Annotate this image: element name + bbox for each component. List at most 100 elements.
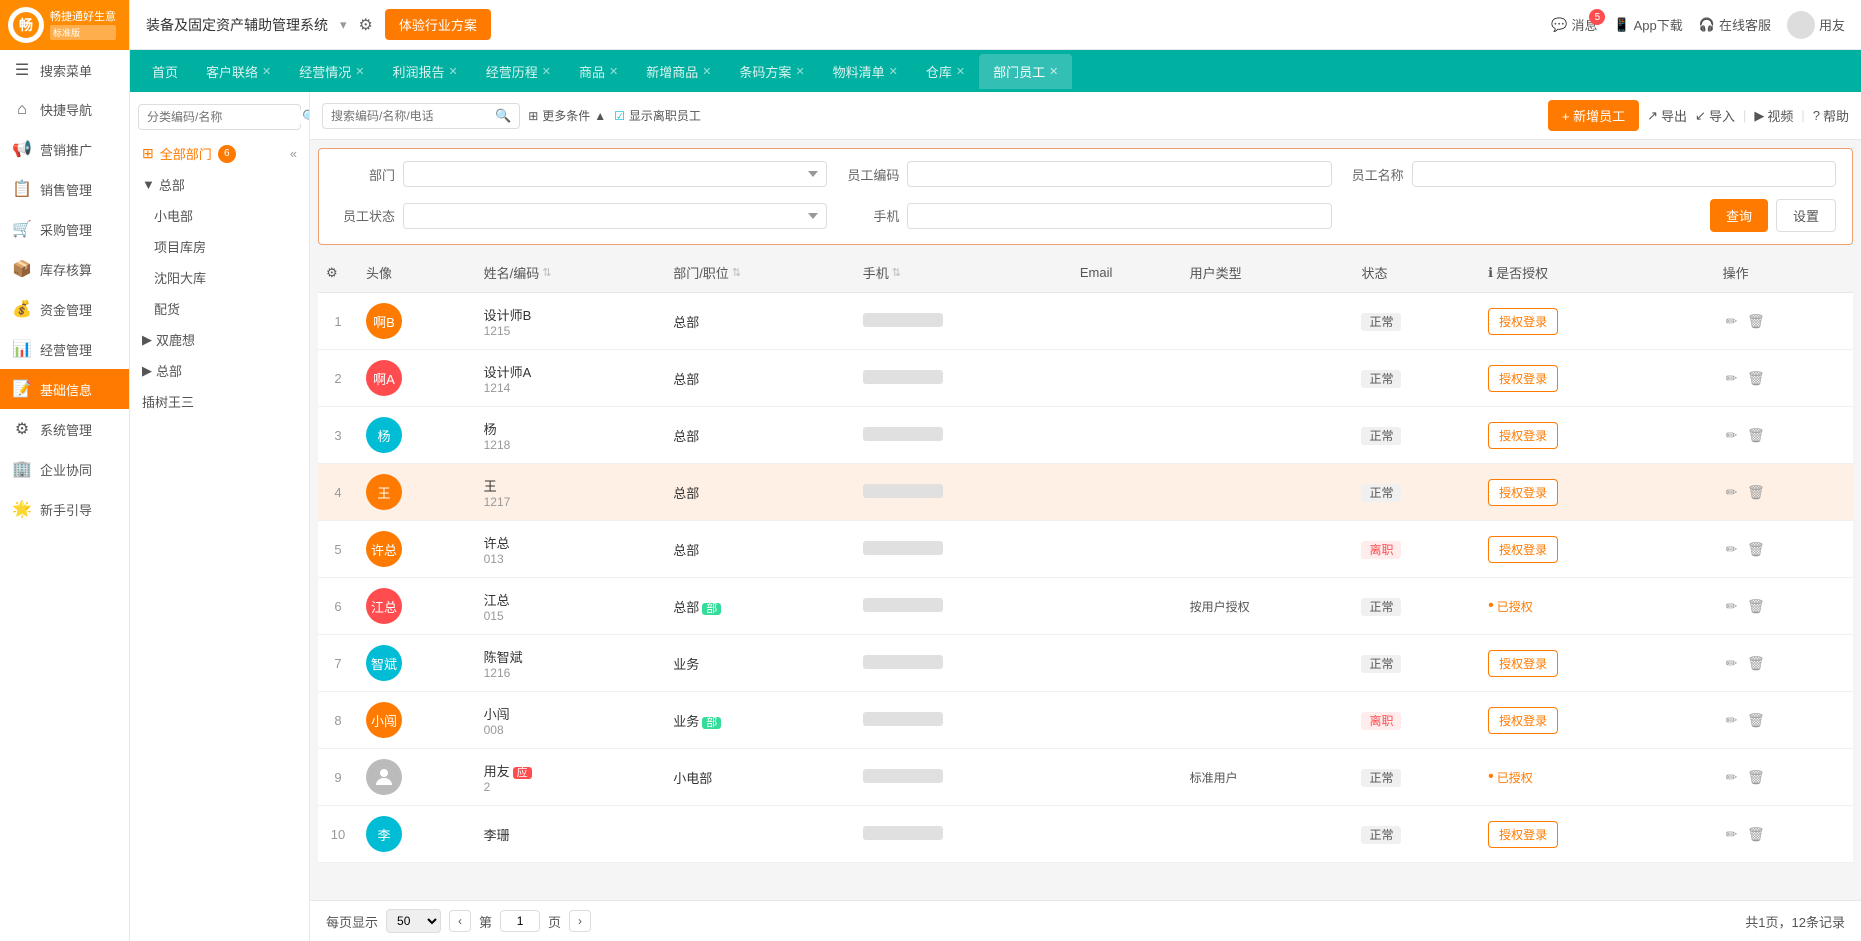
tab-journey[interactable]: 经营历程✕: [472, 54, 565, 89]
sidebar-item-basic[interactable]: 📝 基础信息: [0, 369, 129, 409]
filter-phone-input[interactable]: [907, 203, 1331, 229]
sidebar-item-purchase[interactable]: 🛒 采购管理: [0, 209, 129, 249]
show-resign-checkbox[interactable]: ☑ 显示离职员工: [614, 107, 701, 124]
sidebar-item-guide[interactable]: 🌟 新手引导: [0, 489, 129, 529]
tab-barcode[interactable]: 条码方案✕: [725, 54, 818, 89]
settings-icon[interactable]: ⚙: [359, 15, 373, 35]
filter-dept-select[interactable]: [403, 161, 827, 187]
delete-button[interactable]: 🗑: [1747, 313, 1765, 329]
edit-button[interactable]: ✏: [1726, 598, 1738, 614]
view-button[interactable]: ▶ 视频: [1754, 106, 1793, 125]
edit-button[interactable]: ✏: [1726, 769, 1738, 785]
dept-item-xiaodibu[interactable]: 小电部: [130, 200, 309, 231]
dept-item-xiangmu[interactable]: 项目库房: [130, 231, 309, 262]
tab-business[interactable]: 经营情况✕: [285, 54, 378, 89]
close-icon[interactable]: ✕: [956, 65, 965, 78]
close-icon[interactable]: ✕: [449, 65, 458, 78]
sidebar-item-shortcut[interactable]: ⌂ 快捷导航: [0, 90, 129, 129]
close-icon[interactable]: ✕: [795, 65, 804, 78]
tab-product[interactable]: 商品✕: [565, 54, 632, 89]
close-icon[interactable]: ✕: [702, 65, 711, 78]
sidebar-item-finance[interactable]: 💰 资金管理: [0, 289, 129, 329]
edit-button[interactable]: ✏: [1726, 826, 1738, 842]
edit-button[interactable]: ✏: [1726, 313, 1738, 329]
trial-button[interactable]: 体验行业方案: [385, 9, 491, 40]
auth-button[interactable]: 授权登录: [1488, 821, 1558, 848]
sort-dept-icon[interactable]: ⇅: [732, 266, 741, 279]
query-button[interactable]: 查询: [1710, 199, 1768, 232]
sidebar-item-sales[interactable]: 📋 销售管理: [0, 169, 129, 209]
close-icon[interactable]: ✕: [542, 65, 551, 78]
settings-col-icon[interactable]: ⚙: [326, 265, 338, 280]
tab-profit[interactable]: 利润报告✕: [378, 54, 471, 89]
delete-button[interactable]: 🗑: [1747, 370, 1765, 386]
auth-button[interactable]: 授权登录: [1488, 308, 1558, 335]
prev-page-button[interactable]: ‹: [449, 910, 471, 932]
close-icon[interactable]: ✕: [355, 65, 364, 78]
import-button[interactable]: ↙ 导入: [1695, 106, 1735, 125]
edit-button[interactable]: ✏: [1726, 541, 1738, 557]
edit-button[interactable]: ✏: [1726, 712, 1738, 728]
sidebar-item-operations[interactable]: 📊 经营管理: [0, 329, 129, 369]
dept-group-title-shuanglu[interactable]: ▶ 双鹿想: [130, 324, 309, 355]
edit-button[interactable]: ✏: [1726, 427, 1738, 443]
sort-name-icon[interactable]: ⇅: [542, 266, 551, 279]
toolbar-search-box[interactable]: 🔍: [322, 103, 520, 129]
delete-button[interactable]: 🗑: [1747, 826, 1765, 842]
dept-search-box[interactable]: 🔍: [138, 104, 301, 130]
delete-button[interactable]: 🗑: [1747, 655, 1765, 671]
app-download-button[interactable]: 📱 App下载: [1613, 15, 1682, 34]
auth-button[interactable]: 授权登录: [1488, 650, 1558, 677]
auth-button[interactable]: 授权登录: [1488, 479, 1558, 506]
reset-button[interactable]: 设置: [1776, 199, 1836, 232]
close-icon[interactable]: ✕: [1049, 65, 1058, 78]
sidebar-item-system[interactable]: ⚙ 系统管理: [0, 409, 129, 449]
edit-button[interactable]: ✏: [1726, 484, 1738, 500]
sort-phone-icon[interactable]: ⇅: [892, 266, 901, 279]
dept-item-shenyang[interactable]: 沈阳大库: [130, 262, 309, 293]
dept-search-input[interactable]: [147, 110, 302, 124]
close-icon[interactable]: ✕: [889, 65, 898, 78]
service-button[interactable]: 🎧 在线客服: [1699, 15, 1771, 34]
add-employee-button[interactable]: + 新增员工: [1548, 100, 1639, 131]
filter-emp-code-input[interactable]: [907, 161, 1331, 187]
delete-button[interactable]: 🗑: [1747, 598, 1765, 614]
auth-button[interactable]: 授权登录: [1488, 707, 1558, 734]
next-page-button[interactable]: ›: [569, 910, 591, 932]
delete-button[interactable]: 🗑: [1747, 541, 1765, 557]
sidebar-item-marketing[interactable]: 📢 营销推广: [0, 129, 129, 169]
tab-employees[interactable]: 部门员工✕: [979, 54, 1072, 89]
tab-warehouse[interactable]: 仓库✕: [912, 54, 979, 89]
dept-collapse-icon[interactable]: «: [290, 146, 297, 161]
close-icon[interactable]: ✕: [609, 65, 618, 78]
tab-bom[interactable]: 物料清单✕: [819, 54, 912, 89]
search-input[interactable]: [331, 109, 491, 123]
message-button[interactable]: 💬 消息 5: [1551, 15, 1597, 34]
sidebar-item-company[interactable]: 🏢 企业协同: [0, 449, 129, 489]
topbar-dropdown-icon[interactable]: ▾: [340, 17, 347, 33]
dept-group-title-zongbu[interactable]: ▶ 总部: [130, 355, 309, 386]
edit-button[interactable]: ✏: [1726, 370, 1738, 386]
user-menu[interactable]: 用友: [1787, 11, 1845, 39]
dept-group-title-chushu[interactable]: 插树王三: [130, 386, 309, 417]
tab-customer[interactable]: 客户联络✕: [192, 54, 285, 89]
export-button[interactable]: ↗ 导出: [1647, 106, 1687, 125]
tab-new-product[interactable]: 新增商品✕: [632, 54, 725, 89]
help-button[interactable]: ? 帮助: [1813, 106, 1849, 125]
delete-button[interactable]: 🗑: [1747, 427, 1765, 443]
sidebar-item-inventory[interactable]: 📦 库存核算: [0, 249, 129, 289]
filter-emp-status-select[interactable]: [403, 203, 827, 229]
filter-emp-name-input[interactable]: [1412, 161, 1836, 187]
auth-button[interactable]: 授权登录: [1488, 536, 1558, 563]
auth-button[interactable]: 授权登录: [1488, 365, 1558, 392]
tab-home[interactable]: 首页: [138, 54, 192, 89]
dept-group-title-head[interactable]: ▼ 总部: [130, 169, 309, 200]
all-dept-header[interactable]: ⊞ 全部部门 6 «: [130, 138, 309, 169]
sidebar-item-search[interactable]: ☰ 搜索菜单: [0, 50, 129, 90]
dept-item-peihuo[interactable]: 配货: [130, 293, 309, 324]
delete-button[interactable]: 🗑: [1747, 484, 1765, 500]
delete-button[interactable]: 🗑: [1747, 712, 1765, 728]
delete-button[interactable]: 🗑: [1747, 769, 1765, 785]
auth-button[interactable]: 授权登录: [1488, 422, 1558, 449]
more-filter-button[interactable]: ⊞ 更多条件 ▲: [528, 107, 606, 124]
